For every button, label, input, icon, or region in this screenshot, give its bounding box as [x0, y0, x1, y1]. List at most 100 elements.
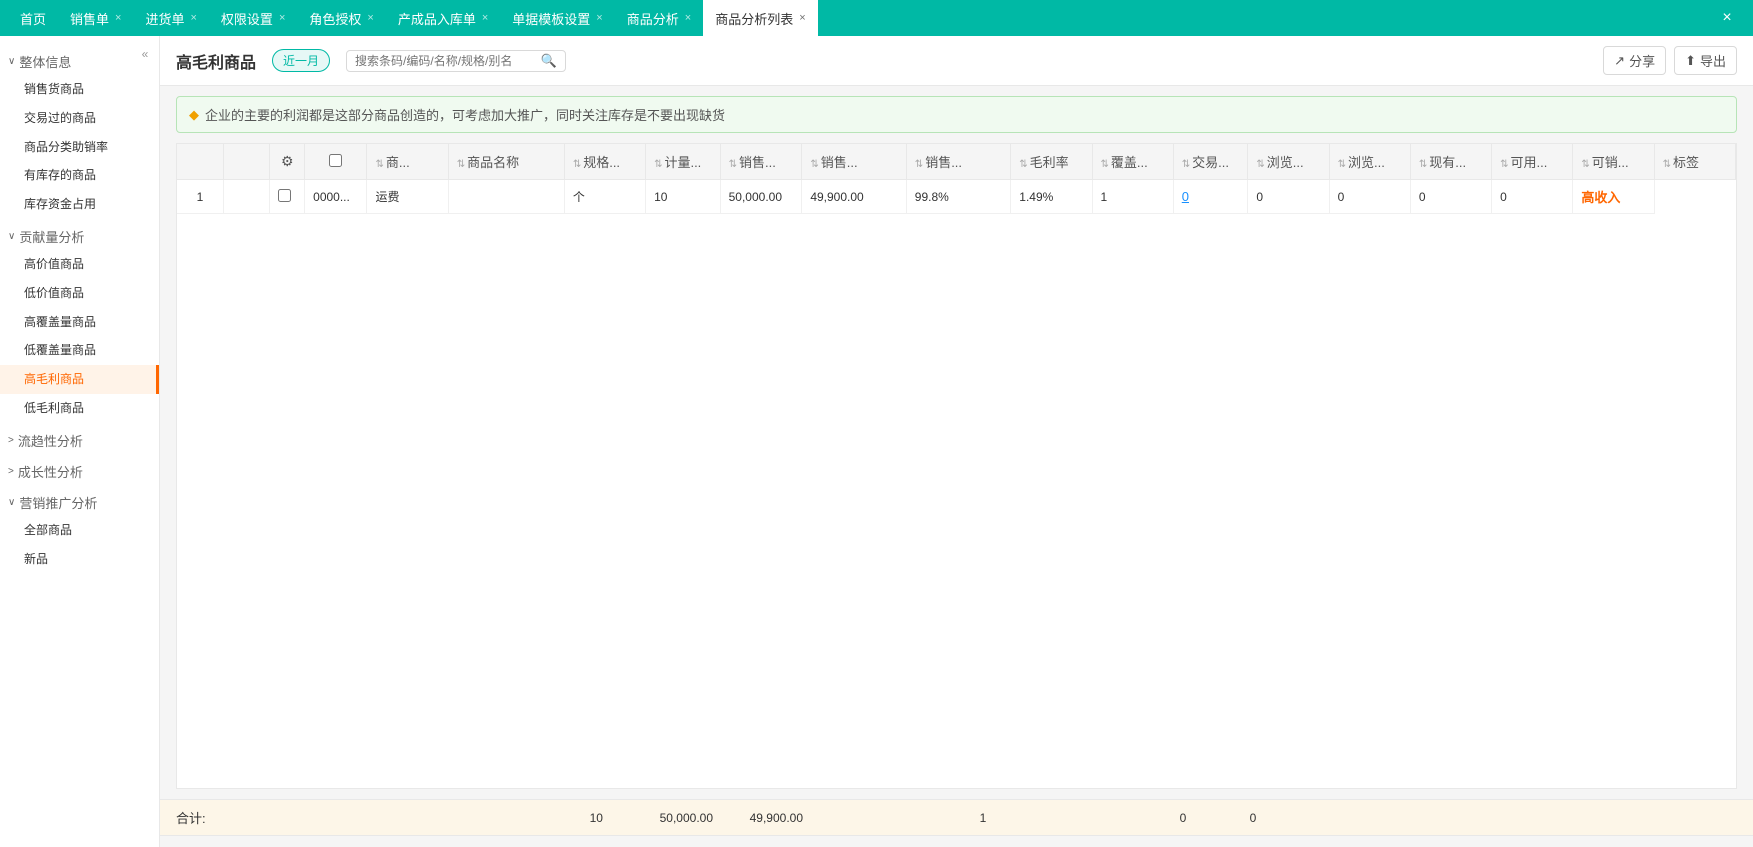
- table-container[interactable]: ⚙⇅商...⇅商品名称⇅规格...⇅计量...⇅销售...⇅销售...⇅销售..…: [176, 143, 1737, 789]
- nav-close-icon[interactable]: ×: [596, 12, 602, 24]
- col-header-sales-count[interactable]: ⇅销售...: [720, 144, 802, 180]
- col-header-spec[interactable]: ⇅规格...: [564, 144, 645, 180]
- sidebar-group-1[interactable]: ∨贡献量分析: [0, 219, 159, 250]
- col-header-sales-profit[interactable]: ⇅销售...: [906, 144, 1010, 180]
- sidebar-item-4-0[interactable]: 全部商品: [0, 516, 159, 545]
- nav-item-产成品入库单[interactable]: 产成品入库单×: [386, 0, 500, 36]
- footer-cell-7: 50,000.00: [652, 811, 742, 825]
- col-label-sales-count: 销售...: [739, 155, 776, 170]
- global-close-button[interactable]: ×: [1709, 0, 1745, 36]
- sidebar-group-2[interactable]: >流趋性分析: [0, 423, 159, 454]
- browse-link[interactable]: 0: [1182, 189, 1189, 204]
- sidebar-group-arrow-icon: ∨: [8, 497, 15, 508]
- col-label-gross-margin: 毛利率: [1030, 155, 1069, 170]
- row-sales-count: 10: [646, 180, 721, 214]
- sidebar-item-1-1[interactable]: 低价值商品: [0, 279, 159, 308]
- sidebar-group-label: 流趋性分析: [18, 431, 83, 450]
- sort-icon: ⇅: [810, 159, 818, 170]
- col-header-trade[interactable]: ⇅交易...: [1173, 144, 1248, 180]
- sort-icon: ⇅: [915, 159, 923, 170]
- table-row: 10000...运费个1050,000.0049,900.0099.8%1.49…: [177, 180, 1736, 214]
- sidebar-item-1-3[interactable]: 低覆盖量商品: [0, 336, 159, 365]
- sidebar-group-4[interactable]: ∨营销推广分析: [0, 485, 159, 516]
- nav-close-icon[interactable]: ×: [685, 12, 691, 24]
- sidebar-item-1-5[interactable]: 低毛利商品: [0, 394, 159, 423]
- sidebar-group-3[interactable]: >成长性分析: [0, 454, 159, 485]
- col-header-code[interactable]: ⇅商...: [367, 144, 448, 180]
- sort-icon: ⇅: [729, 159, 737, 170]
- sidebar-item-1-4[interactable]: 高毛利商品: [0, 365, 159, 394]
- sidebar-item-0-0[interactable]: 销售货商品: [0, 75, 159, 104]
- row-checkbox[interactable]: [270, 180, 305, 214]
- row-name: 运费: [367, 180, 448, 214]
- col-header-sales-amount[interactable]: ⇅销售...: [802, 144, 906, 180]
- col-label-coverage: 覆盖...: [1111, 155, 1148, 170]
- select-all-checkbox[interactable]: [329, 154, 342, 167]
- table-header: ⚙⇅商...⇅商品名称⇅规格...⇅计量...⇅销售...⇅销售...⇅销售..…: [177, 144, 1736, 180]
- sort-icon: ⇅: [1256, 159, 1264, 170]
- sidebar: « ∨整体信息销售货商品交易过的商品商品分类助销率有库存的商品库存资金占用∨贡献…: [0, 36, 160, 847]
- nav-item-角色授权[interactable]: 角色授权×: [297, 0, 385, 36]
- col-header-tag[interactable]: ⇅标签: [1654, 144, 1735, 180]
- nav-item-商品分析列表[interactable]: 商品分析列表×: [703, 0, 817, 36]
- sidebar-item-4-1[interactable]: 新品: [0, 545, 159, 574]
- nav-close-icon[interactable]: ×: [799, 12, 805, 24]
- col-header-checkbox[interactable]: [305, 144, 367, 180]
- sidebar-item-1-2[interactable]: 高覆盖量商品: [0, 308, 159, 337]
- time-filter-button[interactable]: 近一月: [272, 49, 330, 72]
- row-browse1[interactable]: 0: [1173, 180, 1248, 214]
- sidebar-item-0-2[interactable]: 商品分类助销率: [0, 133, 159, 162]
- sidebar-group-label: 成长性分析: [18, 462, 83, 481]
- nav-item-权限设置[interactable]: 权限设置×: [209, 0, 297, 36]
- main-layout: « ∨整体信息销售货商品交易过的商品商品分类助销率有库存的商品库存资金占用∨贡献…: [0, 36, 1753, 847]
- sort-icon: ⇅: [1581, 159, 1589, 170]
- search-input[interactable]: [355, 54, 541, 68]
- col-header-available[interactable]: ⇅可用...: [1492, 144, 1573, 180]
- col-label-browse1: 浏览...: [1267, 155, 1304, 170]
- nav-close-icon[interactable]: ×: [190, 12, 196, 24]
- sidebar-item-0-4[interactable]: 库存资金占用: [0, 190, 159, 219]
- col-label-current-stock: 现有...: [1429, 155, 1466, 170]
- col-header-index: [223, 144, 269, 180]
- scrollbar-area[interactable]: [160, 835, 1753, 847]
- sort-icon: ⇅: [1019, 159, 1027, 170]
- search-icon[interactable]: 🔍: [541, 53, 557, 69]
- share-button[interactable]: ↗ 分享: [1603, 46, 1666, 75]
- nav-item-单据模板设置[interactable]: 单据模板设置×: [500, 0, 614, 36]
- col-label-sales-profit: 销售...: [925, 155, 962, 170]
- col-header-current-stock[interactable]: ⇅现有...: [1410, 144, 1491, 180]
- nav-close-icon[interactable]: ×: [279, 12, 285, 24]
- nav-item-商品分析[interactable]: 商品分析×: [615, 0, 703, 36]
- col-header-name[interactable]: ⇅商品名称: [448, 144, 564, 180]
- sidebar-item-0-3[interactable]: 有库存的商品: [0, 161, 159, 190]
- export-button[interactable]: ⬆ 导出: [1674, 46, 1737, 75]
- col-header-browse1[interactable]: ⇅浏览...: [1248, 144, 1329, 180]
- col-header-sellable[interactable]: ⇅可销...: [1573, 144, 1654, 180]
- nav-item-销售单[interactable]: 销售单×: [58, 0, 133, 36]
- content-area: 高毛利商品 近一月 🔍 ↗ 分享 ⬆ 导出 ◆ 企业的主要的利润都是这部分商品创…: [160, 36, 1753, 847]
- nav-close-icon[interactable]: ×: [482, 12, 488, 24]
- sidebar-item-1-0[interactable]: 高价值商品: [0, 250, 159, 279]
- nav-item-首页[interactable]: 首页: [8, 0, 58, 36]
- col-label-available: 可用...: [1510, 155, 1547, 170]
- nav-close-icon[interactable]: ×: [115, 12, 121, 24]
- nav-close-icon[interactable]: ×: [367, 12, 373, 24]
- nav-item-进货单[interactable]: 进货单×: [133, 0, 208, 36]
- col-header-unit[interactable]: ⇅计量...: [646, 144, 721, 180]
- content-header: 高毛利商品 近一月 🔍 ↗ 分享 ⬆ 导出: [160, 36, 1753, 86]
- search-box: 🔍: [346, 50, 566, 72]
- col-header-browse2[interactable]: ⇅浏览...: [1329, 144, 1410, 180]
- footer-cell-14: 0: [1172, 811, 1242, 825]
- sort-icon: ⇅: [1419, 159, 1427, 170]
- data-table: ⚙⇅商...⇅商品名称⇅规格...⇅计量...⇅销售...⇅销售...⇅销售..…: [177, 144, 1736, 214]
- row-select-checkbox[interactable]: [278, 189, 291, 202]
- sidebar-collapse-button[interactable]: «: [135, 44, 155, 64]
- col-header-settings[interactable]: ⚙: [270, 144, 305, 180]
- col-header-coverage[interactable]: ⇅覆盖...: [1092, 144, 1173, 180]
- sidebar-item-0-1[interactable]: 交易过的商品: [0, 104, 159, 133]
- row-sales-amount: 50,000.00: [720, 180, 802, 214]
- footer-totals: 合计: 1050,000.0049,900.00100: [160, 799, 1753, 835]
- sort-icon: ⇅: [1663, 159, 1671, 170]
- col-header-gross-margin[interactable]: ⇅毛利率: [1011, 144, 1092, 180]
- table-body: 10000...运费个1050,000.0049,900.0099.8%1.49…: [177, 180, 1736, 214]
